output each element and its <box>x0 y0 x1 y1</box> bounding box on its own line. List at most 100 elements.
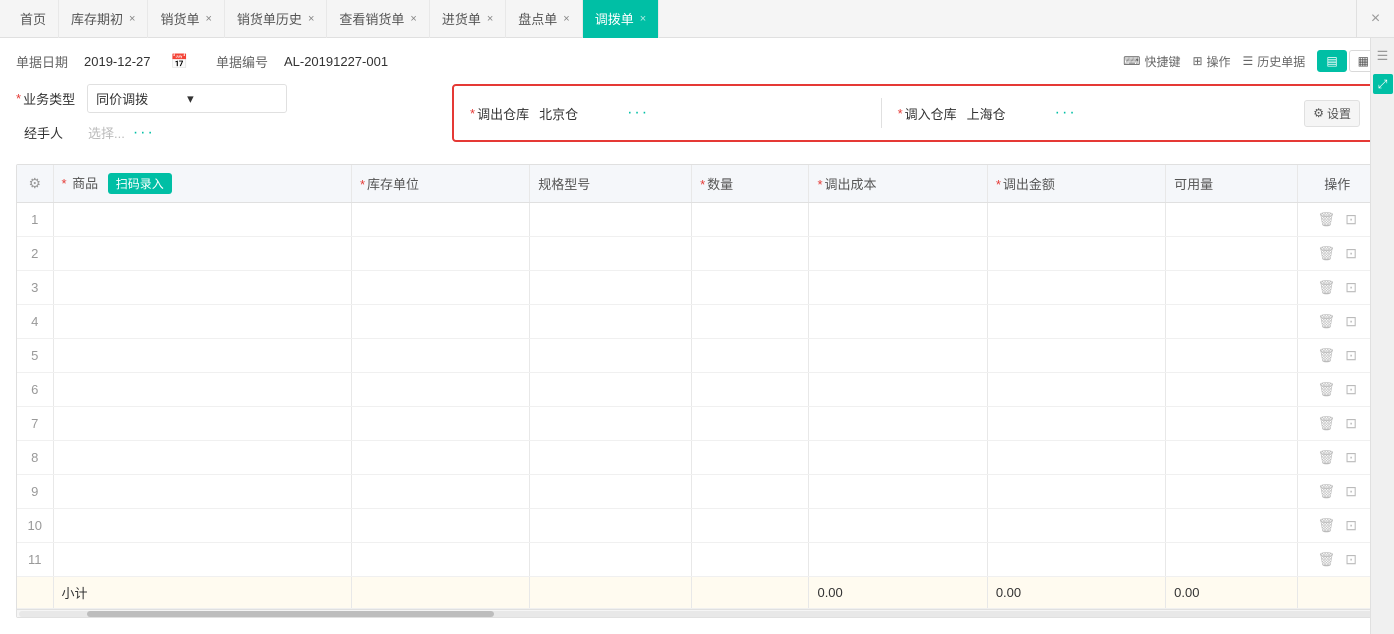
close-tab-purchase-order[interactable]: × <box>487 13 493 25</box>
row-qty-4[interactable] <box>692 305 809 339</box>
row-available-4[interactable] <box>1166 305 1297 339</box>
row-cost-8[interactable] <box>809 441 987 475</box>
row-cost-1[interactable] <box>809 203 987 237</box>
row-qty-2[interactable] <box>692 237 809 271</box>
tab-sales-order[interactable]: 销货单 × <box>148 0 224 38</box>
operate-action[interactable]: ⊞ 操作 <box>1192 53 1230 70</box>
delete-row-7-icon[interactable]: 🗑 <box>1315 413 1337 434</box>
row-cost-9[interactable] <box>809 475 987 509</box>
row-qty-7[interactable] <box>692 407 809 441</box>
sidebar-list-icon[interactable]: ☰ <box>1373 46 1393 66</box>
row-amount-3[interactable] <box>987 271 1165 305</box>
row-spec-1[interactable] <box>530 203 692 237</box>
row-spec-10[interactable] <box>530 509 692 543</box>
business-type-select[interactable]: 同价调拨 ▾ <box>87 84 287 113</box>
row-product-1[interactable] <box>53 203 351 237</box>
copy-row-1-icon[interactable]: ⊡ <box>1343 209 1359 230</box>
row-amount-6[interactable] <box>987 373 1165 407</box>
calendar-icon[interactable]: 📅 <box>171 53 188 70</box>
row-available-6[interactable] <box>1166 373 1297 407</box>
row-cost-7[interactable] <box>809 407 987 441</box>
close-tab-transfer-order[interactable]: × <box>640 13 646 25</box>
row-amount-5[interactable] <box>987 339 1165 373</box>
row-cost-6[interactable] <box>809 373 987 407</box>
row-product-8[interactable] <box>53 441 351 475</box>
row-available-2[interactable] <box>1166 237 1297 271</box>
row-product-7[interactable] <box>53 407 351 441</box>
delete-row-3-icon[interactable]: 🗑 <box>1315 277 1337 298</box>
row-spec-4[interactable] <box>530 305 692 339</box>
row-qty-11[interactable] <box>692 543 809 577</box>
row-amount-8[interactable] <box>987 441 1165 475</box>
layout-btn-1[interactable]: ▤ <box>1317 50 1346 72</box>
row-product-11[interactable] <box>53 543 351 577</box>
delete-row-9-icon[interactable]: 🗑 <box>1315 481 1337 502</box>
close-tab-sales-history[interactable]: × <box>308 13 314 25</box>
delete-row-2-icon[interactable]: 🗑 <box>1315 243 1337 264</box>
row-qty-1[interactable] <box>692 203 809 237</box>
scan-input-button[interactable]: 扫码录入 <box>108 173 172 194</box>
row-product-2[interactable] <box>53 237 351 271</box>
row-qty-3[interactable] <box>692 271 809 305</box>
settings-button[interactable]: ⚙ 设置 <box>1304 100 1360 127</box>
delete-row-1-icon[interactable]: 🗑 <box>1315 209 1337 230</box>
row-available-1[interactable] <box>1166 203 1297 237</box>
row-spec-3[interactable] <box>530 271 692 305</box>
row-unit-7[interactable] <box>351 407 529 441</box>
delete-row-10-icon[interactable]: 🗑 <box>1315 515 1337 536</box>
close-all-tabs[interactable]: × <box>1356 0 1394 38</box>
row-available-11[interactable] <box>1166 543 1297 577</box>
row-available-10[interactable] <box>1166 509 1297 543</box>
transfer-out-more-icon[interactable]: ··· <box>627 104 649 122</box>
row-unit-9[interactable] <box>351 475 529 509</box>
row-amount-11[interactable] <box>987 543 1165 577</box>
tab-inventory-check[interactable]: 盘点单 × <box>506 0 582 38</box>
row-amount-1[interactable] <box>987 203 1165 237</box>
row-product-6[interactable] <box>53 373 351 407</box>
row-spec-11[interactable] <box>530 543 692 577</box>
row-amount-2[interactable] <box>987 237 1165 271</box>
row-amount-7[interactable] <box>987 407 1165 441</box>
row-available-9[interactable] <box>1166 475 1297 509</box>
delete-row-6-icon[interactable]: 🗑 <box>1315 379 1337 400</box>
row-spec-6[interactable] <box>530 373 692 407</box>
delete-row-4-icon[interactable]: 🗑 <box>1315 311 1337 332</box>
copy-row-3-icon[interactable]: ⊡ <box>1343 277 1359 298</box>
row-amount-4[interactable] <box>987 305 1165 339</box>
row-unit-6[interactable] <box>351 373 529 407</box>
delete-row-11-icon[interactable]: 🗑 <box>1315 549 1337 570</box>
copy-row-4-icon[interactable]: ⊡ <box>1343 311 1359 332</box>
close-tab-sales-order[interactable]: × <box>205 13 211 25</box>
row-qty-10[interactable] <box>692 509 809 543</box>
row-qty-8[interactable] <box>692 441 809 475</box>
transfer-in-more-icon[interactable]: ··· <box>1055 104 1077 122</box>
row-unit-3[interactable] <box>351 271 529 305</box>
tab-view-sales[interactable]: 查看销货单 × <box>327 0 429 38</box>
sidebar-expand-icon[interactable]: ⤢ <box>1373 74 1393 94</box>
close-tab-view-sales[interactable]: × <box>410 13 416 25</box>
tab-home[interactable]: 首页 <box>8 0 59 38</box>
row-qty-6[interactable] <box>692 373 809 407</box>
row-spec-2[interactable] <box>530 237 692 271</box>
tab-transfer-order[interactable]: 调拨单 × <box>583 0 659 38</box>
row-spec-7[interactable] <box>530 407 692 441</box>
row-amount-10[interactable] <box>987 509 1165 543</box>
row-cost-4[interactable] <box>809 305 987 339</box>
tab-sales-history[interactable]: 销货单历史 × <box>225 0 327 38</box>
tab-purchase-order[interactable]: 进货单 × <box>430 0 506 38</box>
row-cost-10[interactable] <box>809 509 987 543</box>
horizontal-scrollbar[interactable] <box>17 609 1377 617</box>
row-amount-9[interactable] <box>987 475 1165 509</box>
row-product-9[interactable] <box>53 475 351 509</box>
row-product-10[interactable] <box>53 509 351 543</box>
col-gear[interactable]: ⚙ <box>17 165 53 203</box>
row-available-5[interactable] <box>1166 339 1297 373</box>
row-cost-2[interactable] <box>809 237 987 271</box>
shortcut-action[interactable]: ⌨ 快捷键 <box>1123 53 1180 70</box>
copy-row-2-icon[interactable]: ⊡ <box>1343 243 1359 264</box>
person-more-icon[interactable]: ··· <box>133 124 155 142</box>
row-qty-9[interactable] <box>692 475 809 509</box>
delete-row-8-icon[interactable]: 🗑 <box>1315 447 1337 468</box>
row-unit-2[interactable] <box>351 237 529 271</box>
close-tab-inventory-check[interactable]: × <box>563 13 569 25</box>
